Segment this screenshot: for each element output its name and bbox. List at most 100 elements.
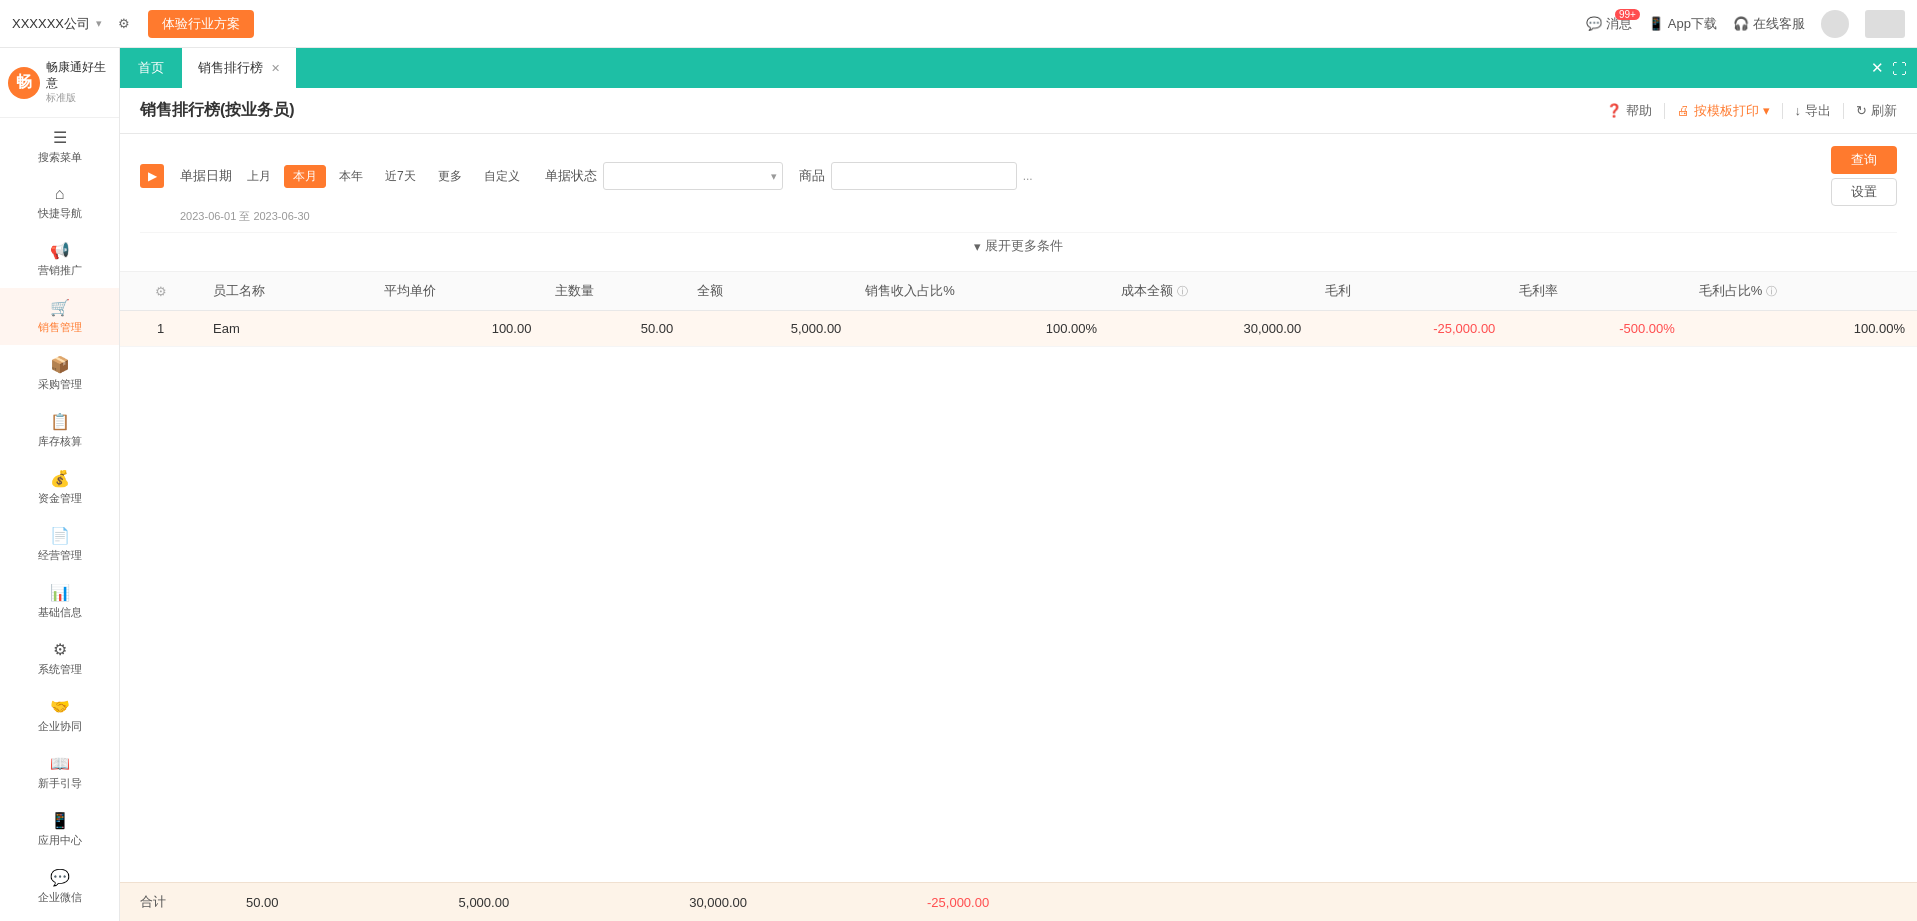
summary-cost: 30,000.00 — [689, 895, 747, 910]
sidebar-logo: 畅 畅康通好生意 标准版 — [0, 48, 119, 118]
goods-input[interactable] — [831, 162, 1017, 190]
sidebar-item-finance[interactable]: 💰 资金管理 — [0, 459, 119, 516]
sidebar-item-sales[interactable]: 🛒 销售管理 — [0, 288, 119, 345]
sidebar-item-marketing[interactable]: 📢 营销推广 — [0, 231, 119, 288]
refresh-icon: ↻ — [1856, 103, 1867, 118]
sidebar-item-search[interactable]: ☰ 搜索菜单 — [0, 118, 119, 175]
money-icon: 💰 — [50, 469, 70, 488]
chevron-down-icon: ▾ — [96, 17, 102, 30]
sidebar-item-operations[interactable]: 📄 经营管理 — [0, 516, 119, 573]
td-avg-price: 100.00 — [372, 311, 543, 347]
online-support-item[interactable]: 🎧 在线客服 — [1733, 15, 1805, 33]
trial-button[interactable]: 体验行业方案 — [148, 10, 254, 38]
sidebar-item-member[interactable]: V 畅会员 — [0, 915, 119, 921]
report-icon: 📄 — [50, 526, 70, 545]
summary-bar: 合计 50.00 5,000.00 30,000.00 -25,000.00 — [120, 882, 1917, 921]
tab-close-icon[interactable]: ✕ — [271, 62, 280, 75]
date-btn-more[interactable]: 更多 — [429, 165, 471, 188]
sidebar-item-inventory[interactable]: 📋 库存核算 — [0, 402, 119, 459]
setting-button[interactable]: 设置 — [1831, 178, 1897, 206]
tab-active-label: 销售排行榜 — [198, 59, 263, 77]
sidebar-item-label: 快捷导航 — [38, 206, 82, 221]
sidebar-item-wechat[interactable]: 💬 企业微信 — [0, 858, 119, 915]
headset-icon: 🎧 — [1733, 16, 1749, 31]
sidebar-item-system[interactable]: ⚙ 系统管理 — [0, 630, 119, 687]
export-icon: ↓ — [1795, 103, 1802, 118]
tab-sales-ranking[interactable]: 销售排行榜 ✕ — [182, 48, 296, 88]
th-settings[interactable]: ⚙ — [120, 272, 201, 311]
date-btn-last-month[interactable]: 上月 — [238, 165, 280, 188]
date-btn-this-year[interactable]: 本年 — [330, 165, 372, 188]
filter-area: ▶ 单据日期 上月 本月 本年 近7天 更多 自定义 — [120, 134, 1917, 272]
avatar[interactable] — [1821, 10, 1849, 38]
chart-icon: 📊 — [50, 583, 70, 602]
th-gross-pct: 毛利占比% ⓘ — [1687, 272, 1917, 311]
expand-arrow-button[interactable]: ▶ — [140, 164, 164, 188]
date-range-display: 2023-06-01 至 2023-06-30 — [176, 208, 1897, 224]
td-gross: -25,000.00 — [1313, 311, 1507, 347]
date-btn-7days[interactable]: 近7天 — [376, 165, 425, 188]
home-icon: ⌂ — [55, 185, 65, 203]
status-select-wrapper — [603, 162, 783, 190]
summary-gross-value: -25,000.00 — [927, 895, 989, 910]
sidebar-item-label: 经营管理 — [38, 548, 82, 563]
app-download-label: App下载 — [1668, 15, 1717, 33]
tab-expand-icon[interactable]: ⛶ — [1892, 60, 1907, 77]
td-gross-rate: -500.00% — [1507, 311, 1686, 347]
help-label: 帮助 — [1626, 102, 1652, 120]
cost-info-icon: ⓘ — [1177, 285, 1188, 297]
status-select[interactable] — [603, 162, 783, 190]
divider — [1664, 103, 1665, 119]
sidebar: 畅 畅康通好生意 标准版 ☰ 搜索菜单 ⌂ 快捷导航 📢 营销推广 🛒 销售管理 — [0, 48, 120, 921]
summary-total: 5,000.00 — [459, 895, 510, 910]
th-gross-rate: 毛利率 — [1507, 272, 1686, 311]
td-name: Eam — [201, 311, 372, 347]
th-total: 全额 — [685, 272, 853, 311]
date-btn-this-month[interactable]: 本月 — [284, 165, 326, 188]
app-download-item[interactable]: 📱 App下载 — [1648, 15, 1717, 33]
date-btn-custom[interactable]: 自定义 — [475, 165, 529, 188]
sidebar-item-label: 企业协同 — [38, 719, 82, 734]
tab-bar: 首页 销售排行榜 ✕ ✕ ⛶ — [120, 48, 1917, 88]
clipboard-icon: 📋 — [50, 412, 70, 431]
sidebar-items: ☰ 搜索菜单 ⌂ 快捷导航 📢 营销推广 🛒 销售管理 📦 采购管理 📋 库 — [0, 118, 119, 921]
sidebar-item-collab[interactable]: 🤝 企业协同 — [0, 687, 119, 744]
query-button[interactable]: 查询 — [1831, 146, 1897, 174]
print-button[interactable]: 🖨 按模板打印 ▾ — [1677, 102, 1770, 120]
tab-close-all-icon[interactable]: ✕ — [1871, 59, 1884, 77]
td-quantity: 50.00 — [543, 311, 685, 347]
message-item[interactable]: 💬 消息 99+ — [1586, 15, 1632, 33]
sidebar-item-label: 搜索菜单 — [38, 150, 82, 165]
mobile-icon: 📱 — [50, 811, 70, 830]
status-filter: 单据状态 — [545, 162, 783, 190]
settings-icon[interactable]: ⚙ — [110, 10, 138, 38]
refresh-label: 刷新 — [1871, 102, 1897, 120]
sidebar-item-label: 营销推广 — [38, 263, 82, 278]
export-button[interactable]: ↓ 导出 — [1795, 102, 1832, 120]
sidebar-item-quicknav[interactable]: ⌂ 快捷导航 — [0, 175, 119, 231]
online-support-label: 在线客服 — [1753, 15, 1805, 33]
sidebar-item-purchase[interactable]: 📦 采购管理 — [0, 345, 119, 402]
refresh-button[interactable]: ↻ 刷新 — [1856, 102, 1897, 120]
tab-home[interactable]: 首页 — [120, 48, 182, 88]
th-gross: 毛利 — [1313, 272, 1507, 311]
top-header: XXXXXX公司 ▾ ⚙ 体验行业方案 💬 消息 99+ 📱 App下载 🎧 在… — [0, 0, 1917, 48]
sidebar-item-label: 企业微信 — [38, 890, 82, 905]
expand-more-button[interactable]: ▾ 展开更多条件 — [140, 232, 1897, 259]
logo-text: 畅康通好生意 — [46, 60, 111, 91]
handshake-icon: 🤝 — [50, 697, 70, 716]
sidebar-item-basics[interactable]: 📊 基础信息 — [0, 573, 119, 630]
logo-icon: 畅 — [8, 67, 40, 99]
help-button[interactable]: ❓ 帮助 — [1606, 102, 1652, 120]
logo-sub: 标准版 — [46, 91, 111, 105]
page-content: 销售排行榜(按业务员) ❓ 帮助 🖨 按模板打印 ▾ ↓ — [120, 88, 1917, 921]
gross-pct-info-icon: ⓘ — [1766, 285, 1777, 297]
summary-values: 50.00 5,000.00 30,000.00 -25,000.00 — [246, 895, 1049, 910]
status-label: 单据状态 — [545, 167, 597, 185]
summary-cost-value: 30,000.00 — [689, 895, 747, 910]
more-options-label[interactable]: ... — [1023, 169, 1033, 183]
sidebar-item-guide[interactable]: 📖 新手引导 — [0, 744, 119, 801]
sidebar-item-apps[interactable]: 📱 应用中心 — [0, 801, 119, 858]
company-selector[interactable]: XXXXXX公司 ▾ — [12, 15, 102, 33]
th-avg-price: 平均单价 — [372, 272, 543, 311]
